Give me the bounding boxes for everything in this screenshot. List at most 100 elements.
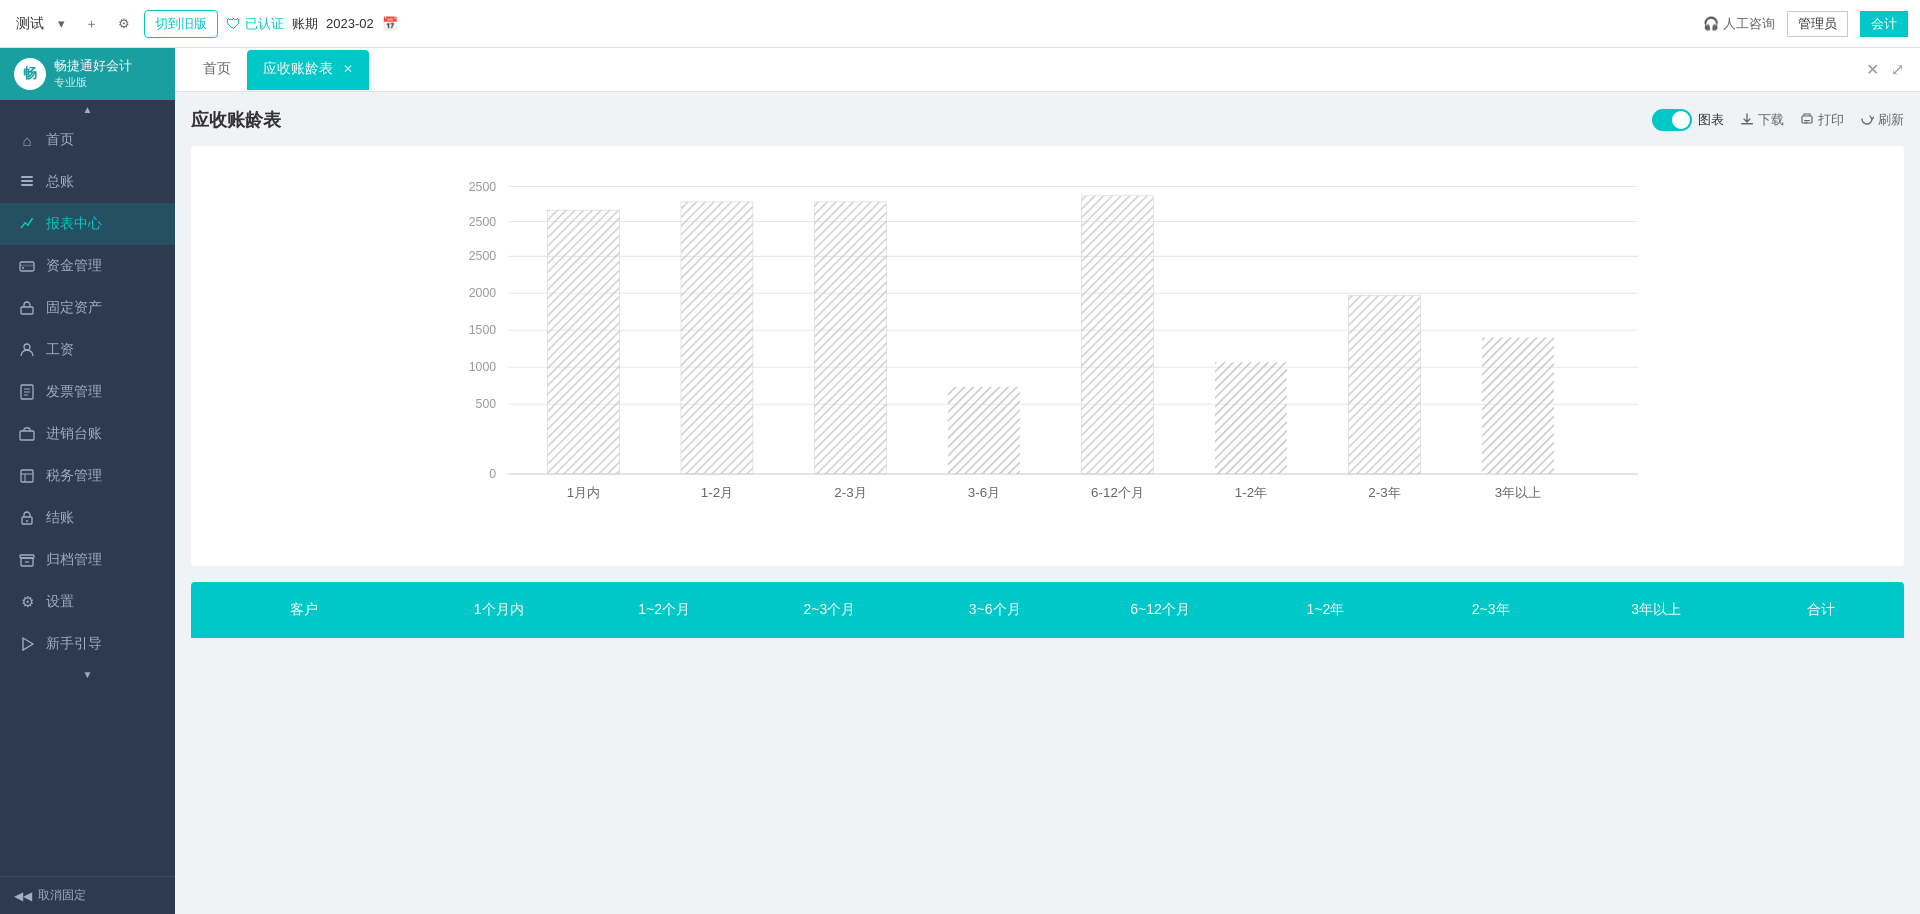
chevron-down-icon: ▼ (83, 669, 93, 680)
chart-toggle[interactable] (1652, 109, 1692, 131)
svg-text:2500: 2500 (469, 180, 497, 194)
sidebar-item-settings[interactable]: ⚙ 设置 (0, 581, 175, 623)
col-6-12m: 6~12个月 (1077, 601, 1242, 619)
sidebar-pin-toggle[interactable]: ◀◀ 取消固定 (0, 876, 175, 914)
dropdown-icon: ▾ (58, 16, 65, 31)
page-header: 应收账龄表 图表 下载 (191, 108, 1904, 132)
svg-text:2-3月: 2-3月 (834, 485, 866, 500)
col-total: 合计 (1739, 601, 1904, 619)
sidebar-item-label: 结账 (46, 509, 74, 527)
scroll-up-btn[interactable]: ▲ (0, 100, 175, 119)
tab-home[interactable]: 首页 (187, 50, 247, 90)
switch-version-button[interactable]: 切到旧版 (144, 10, 218, 38)
sidebar-item-label: 设置 (46, 593, 74, 611)
workspace-dropdown[interactable]: ▾ (52, 12, 71, 35)
page-content: 应收账龄表 图表 下载 (175, 92, 1920, 914)
sidebar-item-label: 固定资产 (46, 299, 102, 317)
bar-7 (1349, 295, 1421, 474)
svg-rect-27 (1804, 120, 1810, 121)
refresh-label: 刷新 (1878, 111, 1904, 129)
sidebar-item-label: 报表中心 (46, 215, 102, 233)
refresh-button[interactable]: 刷新 (1860, 111, 1904, 129)
svg-text:1500: 1500 (469, 323, 497, 337)
chart-toggle-group: 图表 (1652, 109, 1724, 131)
sidebar-item-label: 资金管理 (46, 257, 102, 275)
manager-tab[interactable]: 管理员 (1787, 11, 1848, 37)
svg-text:2-3年: 2-3年 (1368, 485, 1400, 500)
bar-1 (547, 210, 619, 474)
download-button[interactable]: 下载 (1740, 111, 1784, 129)
col-3-6m: 3~6个月 (912, 601, 1077, 619)
sidebar: 畅 畅捷通好会计 专业版 ▲ ⌂ 首页 总账 (0, 48, 175, 914)
sidebar-item-ledger[interactable]: 总账 (0, 161, 175, 203)
header-left: 测试 ▾ ＋ ⚙ 切到旧版 🛡 已认证 账期 2023-02 📅 (12, 10, 1695, 38)
col-1-2y: 1~2年 (1243, 601, 1408, 619)
sidebar-item-payroll[interactable]: 工资 (0, 329, 175, 371)
headset-icon: 🎧 (1703, 16, 1719, 31)
svg-text:500: 500 (476, 397, 497, 411)
svg-text:3-6月: 3-6月 (968, 485, 1000, 500)
col-1-2m: 1~2个月 (581, 601, 746, 619)
tab-close-button[interactable]: ✕ (1862, 56, 1883, 83)
role-tab[interactable]: 会计 (1860, 11, 1908, 37)
sidebar-item-closing[interactable]: 结账 (0, 497, 175, 539)
add-button[interactable]: ＋ (79, 11, 104, 37)
sidebar-item-inventory[interactable]: 进销台账 (0, 413, 175, 455)
sidebar-item-label: 归档管理 (46, 551, 102, 569)
col-2-3m: 2~3个月 (747, 601, 912, 619)
settings-icon-btn[interactable]: ⚙ (112, 12, 136, 35)
sidebar-logo: 畅 畅捷通好会计 专业版 (0, 48, 175, 100)
scroll-down-btn[interactable]: ▼ (0, 665, 175, 684)
home-icon: ⌂ (18, 131, 36, 149)
sidebar-item-label: 进销台账 (46, 425, 102, 443)
bar-8 (1482, 338, 1554, 475)
bar-3 (815, 202, 887, 474)
sidebar-item-label: 工资 (46, 341, 74, 359)
settings-icon: ⚙ (18, 593, 36, 611)
table-header: 客户 1个月内 1~2个月 2~3个月 3~6个月 6~12个月 1~2年 2~… (191, 582, 1904, 638)
sidebar-item-label: 税务管理 (46, 467, 102, 485)
print-icon (1800, 112, 1814, 129)
support-label: 人工咨询 (1723, 15, 1775, 33)
add-icon: ＋ (85, 15, 98, 33)
svg-point-10 (24, 344, 30, 350)
tab-expand-button[interactable]: ⤢ (1887, 56, 1908, 83)
svg-rect-26 (1802, 116, 1812, 123)
content-area: 首页 应收账龄表 ✕ ✕ ⤢ 应收账龄表 图表 (175, 48, 1920, 914)
svg-text:1-2年: 1-2年 (1235, 485, 1267, 500)
sidebar-item-assets[interactable]: 固定资产 (0, 287, 175, 329)
inventory-icon (18, 425, 36, 443)
download-label: 下载 (1758, 111, 1784, 129)
sidebar-item-label: 首页 (46, 131, 74, 149)
sidebar-item-home[interactable]: ⌂ 首页 (0, 119, 175, 161)
sidebar-item-invoice[interactable]: 发票管理 (0, 371, 175, 413)
support-button[interactable]: 🎧 人工咨询 (1703, 15, 1775, 33)
col-2-3y: 2~3年 (1408, 601, 1573, 619)
calendar-icon: 📅 (382, 16, 398, 31)
closing-icon (18, 509, 36, 527)
app-header: 测试 ▾ ＋ ⚙ 切到旧版 🛡 已认证 账期 2023-02 📅 🎧 人工咨询 … (0, 0, 1920, 48)
tab-aging[interactable]: 应收账龄表 ✕ (247, 50, 369, 90)
print-button[interactable]: 打印 (1800, 111, 1844, 129)
svg-text:2000: 2000 (469, 286, 497, 300)
sidebar-item-archive[interactable]: 归档管理 (0, 539, 175, 581)
sidebar-item-reports[interactable]: 报表中心 (0, 203, 175, 245)
ledger-icon (18, 173, 36, 191)
svg-rect-1 (21, 180, 33, 182)
bar-chart: 2500 2500 2500 2000 1500 1000 500 0 (201, 166, 1884, 546)
sidebar-item-tax[interactable]: 税务管理 (0, 455, 175, 497)
sidebar-item-funds[interactable]: 资金管理 (0, 245, 175, 287)
sidebar-item-guide[interactable]: 新手引导 (0, 623, 175, 665)
tab-close-icon[interactable]: ✕ (343, 62, 353, 76)
refresh-icon (1860, 112, 1874, 129)
gear-icon: ⚙ (118, 16, 130, 31)
svg-rect-28 (1804, 122, 1808, 123)
logo-text-block: 畅捷通好会计 专业版 (54, 58, 132, 90)
sidebar-scroll-area[interactable]: ▲ ⌂ 首页 总账 报表中心 资 (0, 100, 175, 876)
svg-point-5 (31, 218, 33, 220)
reports-icon (18, 215, 36, 233)
download-icon (1740, 112, 1754, 129)
verified-text: 已认证 (245, 15, 284, 33)
svg-text:2500: 2500 (469, 249, 497, 263)
period-label: 账期 (292, 15, 318, 33)
